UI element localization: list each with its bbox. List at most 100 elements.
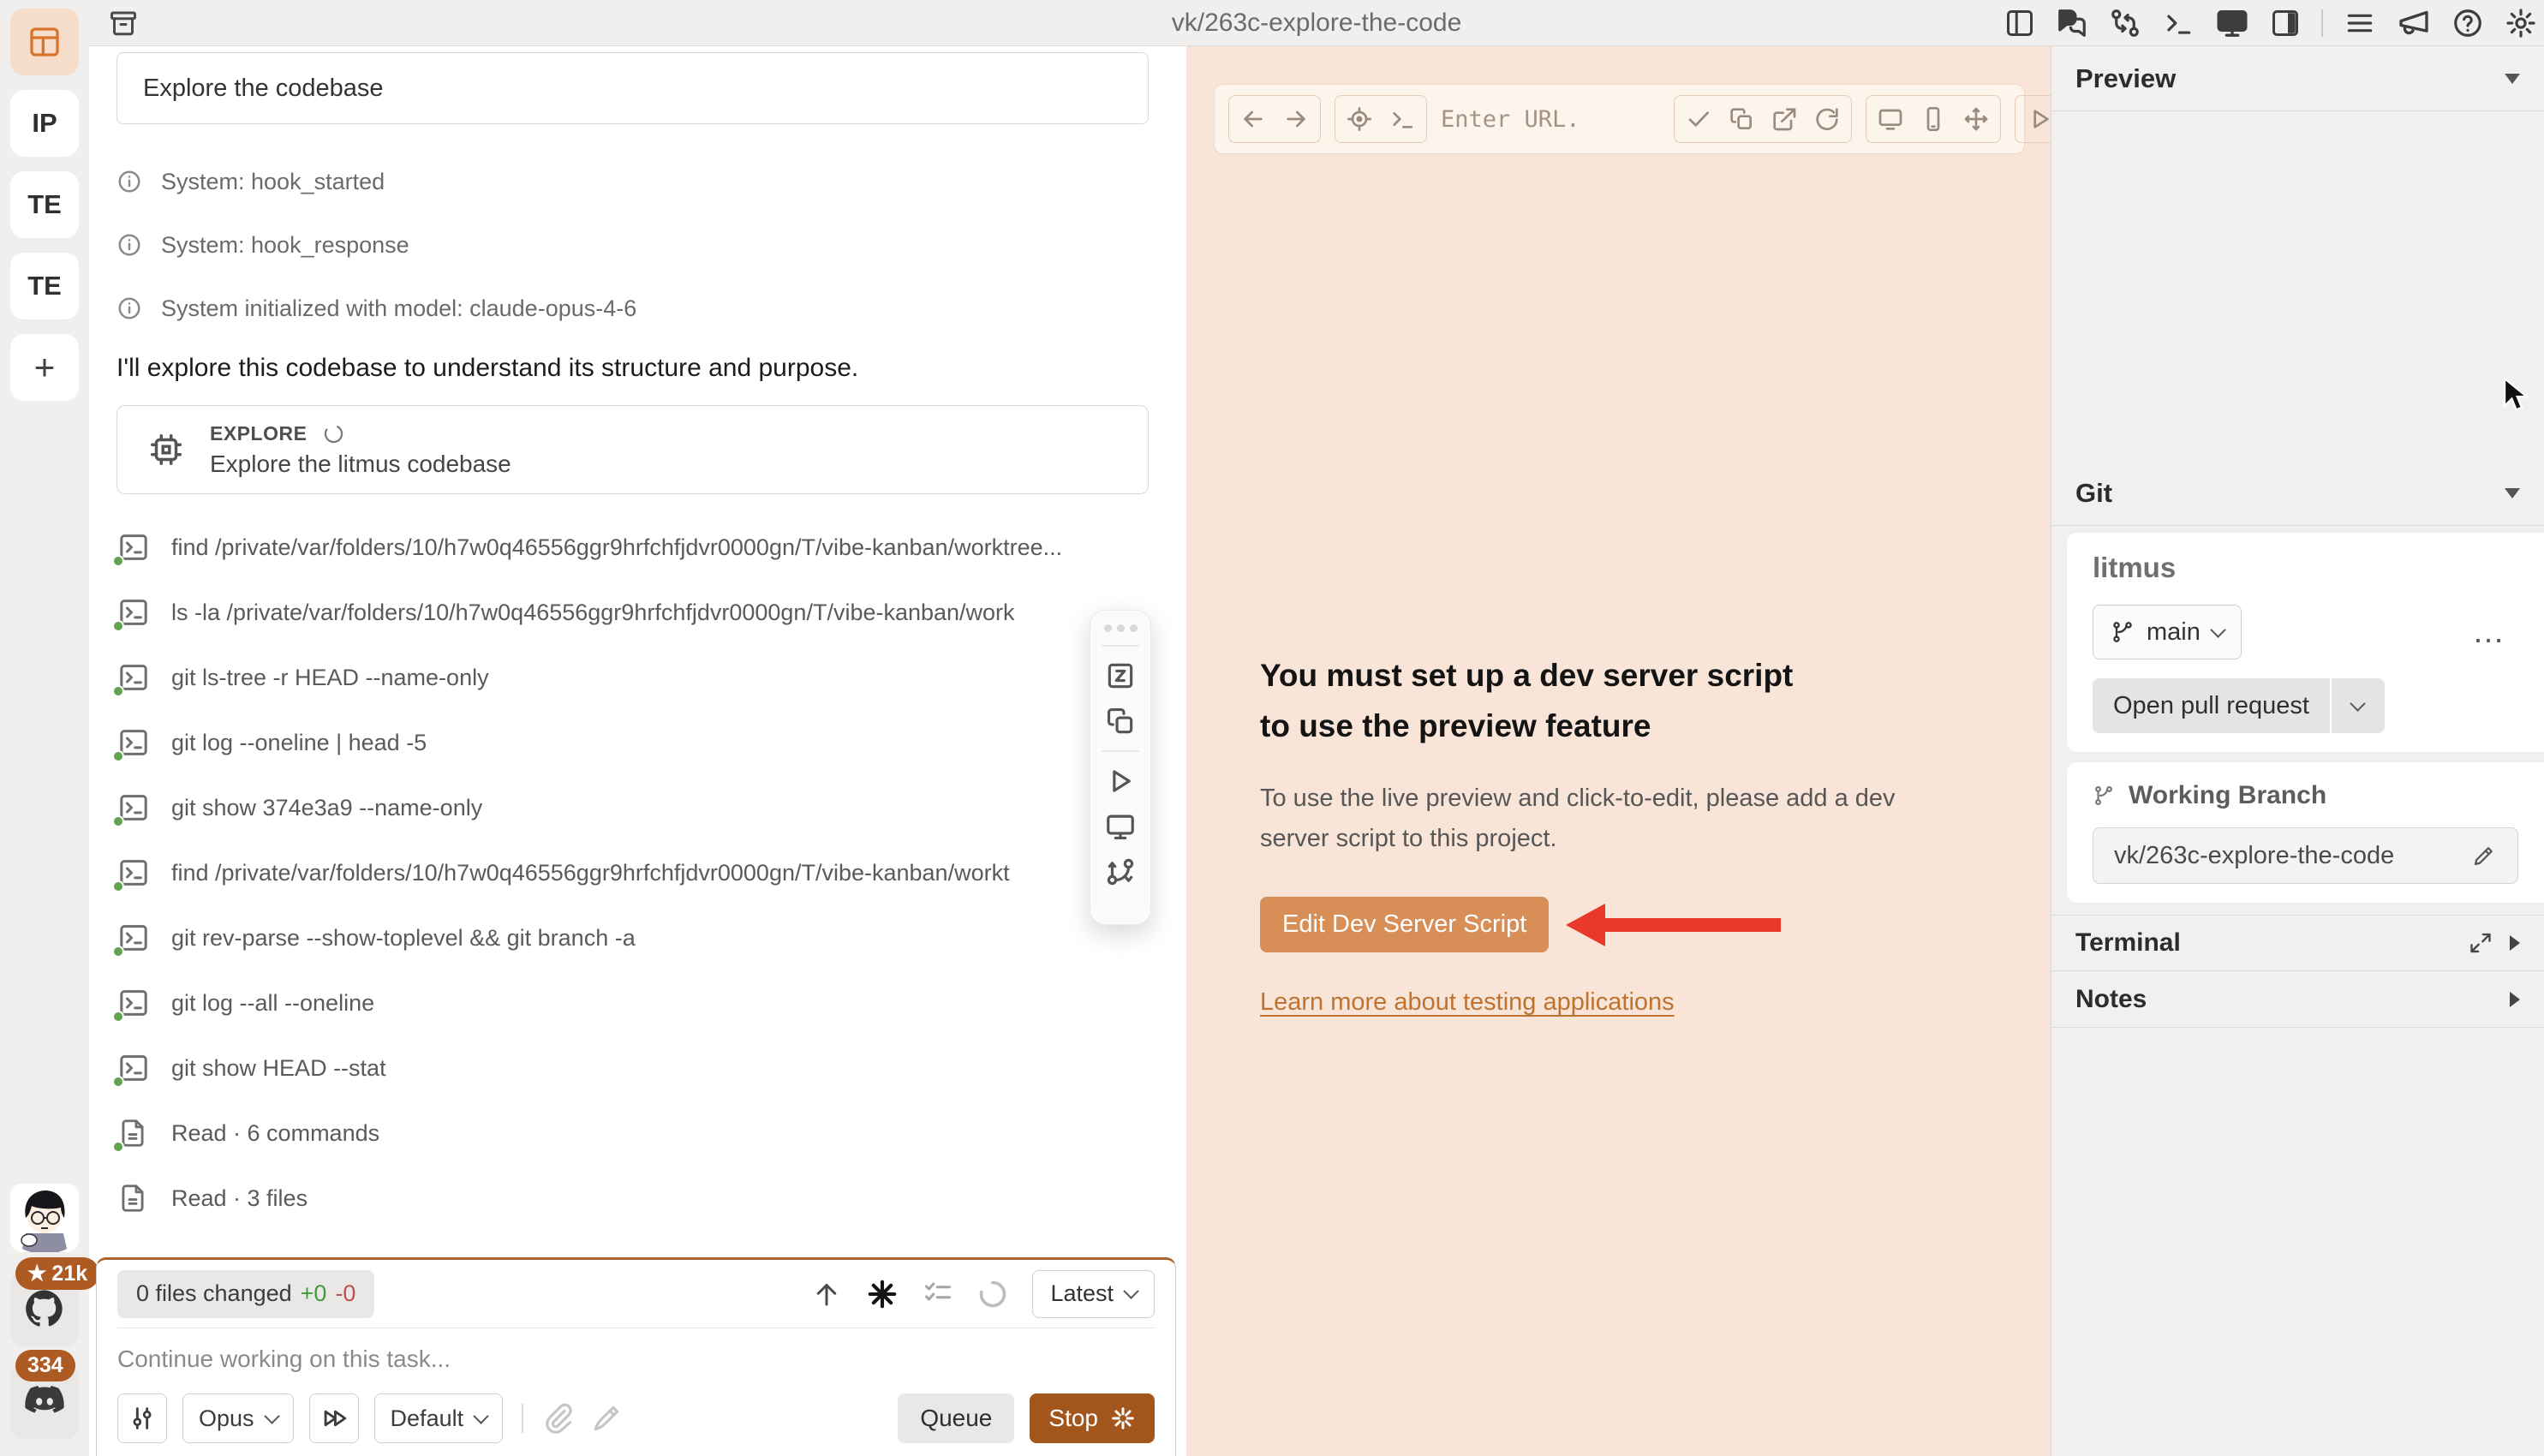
panel-left-icon[interactable]	[2004, 8, 2035, 39]
info-icon	[116, 232, 142, 258]
github-icon	[22, 1286, 67, 1331]
explore-task-card[interactable]: EXPLORE Explore the litmus codebase	[116, 405, 1149, 494]
chevron-down-icon	[1123, 1283, 1138, 1298]
terminal-icon[interactable]	[2162, 7, 2195, 39]
tool-call-row[interactable]: find /private/var/folders/10/h7w0q46556g…	[116, 515, 1186, 580]
rail-item-project-te1[interactable]: TE	[10, 171, 79, 238]
url-field[interactable]	[1441, 106, 1646, 133]
settings-sliders-button[interactable]	[117, 1393, 167, 1443]
tool-call-row[interactable]: git log --all --oneline	[116, 970, 1186, 1035]
tool-call-row[interactable]: git ls-tree -r HEAD --name-only	[116, 645, 1186, 710]
forward-icon[interactable]	[1282, 105, 1310, 133]
pen-icon[interactable]	[590, 1402, 623, 1435]
zed-editor-icon[interactable]	[1104, 659, 1137, 692]
help-icon[interactable]	[2451, 7, 2484, 39]
star-icon: ★	[27, 1261, 46, 1286]
rail-item-project-te2[interactable]: TE	[10, 253, 79, 319]
chevron-down-icon	[473, 1408, 488, 1423]
locate-icon[interactable]	[1346, 105, 1373, 133]
tool-call-row[interactable]: Read · 3 files	[116, 1166, 1186, 1231]
tool-call-text: git show HEAD --stat	[171, 1055, 1165, 1082]
tool-call-row[interactable]: git show 374e3a9 --name-only	[116, 775, 1186, 840]
desktop-icon[interactable]	[1877, 105, 1904, 133]
toolbar-divider	[1102, 645, 1139, 647]
monitor-icon[interactable]	[2215, 6, 2249, 40]
pan-icon[interactable]	[1962, 105, 1990, 133]
open-pull-request-button[interactable]: Open pull request	[2093, 678, 2330, 733]
more-options-button[interactable]: …	[2472, 614, 2506, 651]
tool-call-row[interactable]: git log --oneline | head -5	[116, 710, 1186, 775]
external-link-icon[interactable]	[1771, 105, 1798, 133]
preview-empty-state: You must set up a dev server script to u…	[1260, 650, 1997, 1017]
burst-icon[interactable]	[866, 1278, 899, 1310]
section-terminal[interactable]: Terminal	[2051, 915, 2544, 971]
fast-forward-button[interactable]	[309, 1393, 359, 1443]
git-branch-icon[interactable]	[1104, 856, 1137, 888]
archive-icon[interactable]	[108, 8, 139, 39]
copy-icon[interactable]	[1104, 705, 1137, 737]
profile-dropdown[interactable]: Default	[374, 1393, 504, 1443]
back-icon[interactable]	[1239, 105, 1267, 133]
tool-call-text: find /private/var/folders/10/h7w0q46556g…	[171, 534, 1165, 561]
model-dropdown[interactable]: Opus	[182, 1393, 294, 1443]
megaphone-icon[interactable]	[2397, 6, 2431, 40]
drag-handle-icon[interactable]	[1104, 624, 1138, 632]
stop-button[interactable]: Stop	[1030, 1393, 1155, 1443]
changes-bar: 0 files changed +0 -0 Latest	[117, 1260, 1155, 1328]
play-icon[interactable]	[2026, 105, 2053, 133]
add-project-button[interactable]: +	[10, 334, 79, 401]
scroll-up-icon[interactable]	[811, 1279, 842, 1310]
app-window: IP TE TE + ★ 21k	[0, 0, 2544, 1456]
branch-dropdown[interactable]: main	[2093, 605, 2242, 659]
tool-call-row[interactable]: git rev-parse --show-toplevel && git bra…	[116, 905, 1186, 970]
model-label: Opus	[199, 1405, 254, 1432]
tool-call-text: ls -la /private/var/folders/10/h7w0q4655…	[171, 600, 1165, 626]
rail-item-project-ip[interactable]: IP	[10, 90, 79, 157]
chevron-down-icon	[264, 1408, 279, 1423]
git-compare-icon[interactable]	[2109, 7, 2141, 39]
tool-call-row[interactable]: git show HEAD --stat	[116, 1035, 1186, 1101]
menu-icon[interactable]	[2344, 7, 2376, 39]
task-title[interactable]: Explore the codebase	[116, 52, 1149, 124]
learn-more-link[interactable]: Learn more about testing applications	[1260, 988, 1675, 1017]
play-icon[interactable]	[1104, 765, 1137, 797]
edit-dev-server-script-button[interactable]: Edit Dev Server Script	[1260, 897, 1549, 952]
tool-call-row[interactable]: find /private/var/folders/10/h7w0q46556g…	[116, 840, 1186, 905]
url-input[interactable]	[1441, 106, 1646, 133]
composer-input[interactable]	[117, 1346, 1155, 1373]
mobile-icon[interactable]	[1920, 105, 1947, 133]
attach-icon[interactable]	[542, 1402, 575, 1435]
settings-icon[interactable]	[2505, 7, 2537, 39]
expand-icon[interactable]	[2469, 931, 2493, 955]
rail-item-board[interactable]	[10, 9, 79, 75]
avatar[interactable]	[10, 1184, 79, 1252]
files-changed-pill[interactable]: 0 files changed +0 -0	[117, 1270, 374, 1318]
terminal-icon[interactable]	[1388, 105, 1416, 133]
tool-call-row[interactable]: ls -la /private/var/folders/10/h7w0q4655…	[116, 580, 1186, 645]
system-message-text: System initialized with model: claude-op…	[161, 295, 636, 322]
monitor-icon[interactable]	[1104, 810, 1137, 843]
tool-call-row[interactable]: Read · 6 commands	[116, 1101, 1186, 1166]
panel-right-icon[interactable]	[2270, 8, 2301, 39]
section-preview[interactable]: Preview	[2051, 46, 2544, 111]
section-git[interactable]: Git	[2051, 461, 2544, 526]
working-branch-field[interactable]: vk/263c-explore-the-code	[2093, 827, 2518, 884]
composer-panel: 0 files changed +0 -0 Latest	[96, 1257, 1176, 1456]
latest-dropdown[interactable]: Latest	[1032, 1270, 1155, 1318]
queue-button[interactable]: Queue	[898, 1393, 1014, 1443]
github-link[interactable]: ★ 21k	[10, 1271, 79, 1346]
git-card: litmus main … Open pull request	[2067, 533, 2544, 752]
preview-pane: You must set up a dev server script to u…	[1186, 46, 2051, 1456]
discord-link[interactable]: 334	[10, 1364, 79, 1439]
pull-request-dropdown[interactable]	[2332, 678, 2385, 733]
red-arrow-annotation	[1564, 898, 1783, 952]
copy-icon[interactable]	[1728, 105, 1755, 133]
messages-icon[interactable]	[2056, 7, 2088, 39]
git-branch-icon	[2111, 620, 2135, 644]
section-notes[interactable]: Notes	[2051, 971, 2544, 1028]
refresh-icon[interactable]	[1813, 105, 1841, 133]
edit-pencil-icon[interactable]	[2471, 843, 2497, 868]
checklist-icon[interactable]	[923, 1279, 953, 1310]
check-icon[interactable]	[1685, 105, 1712, 133]
task-panel: Explore the codebase System: hook_starte…	[89, 46, 1186, 1456]
